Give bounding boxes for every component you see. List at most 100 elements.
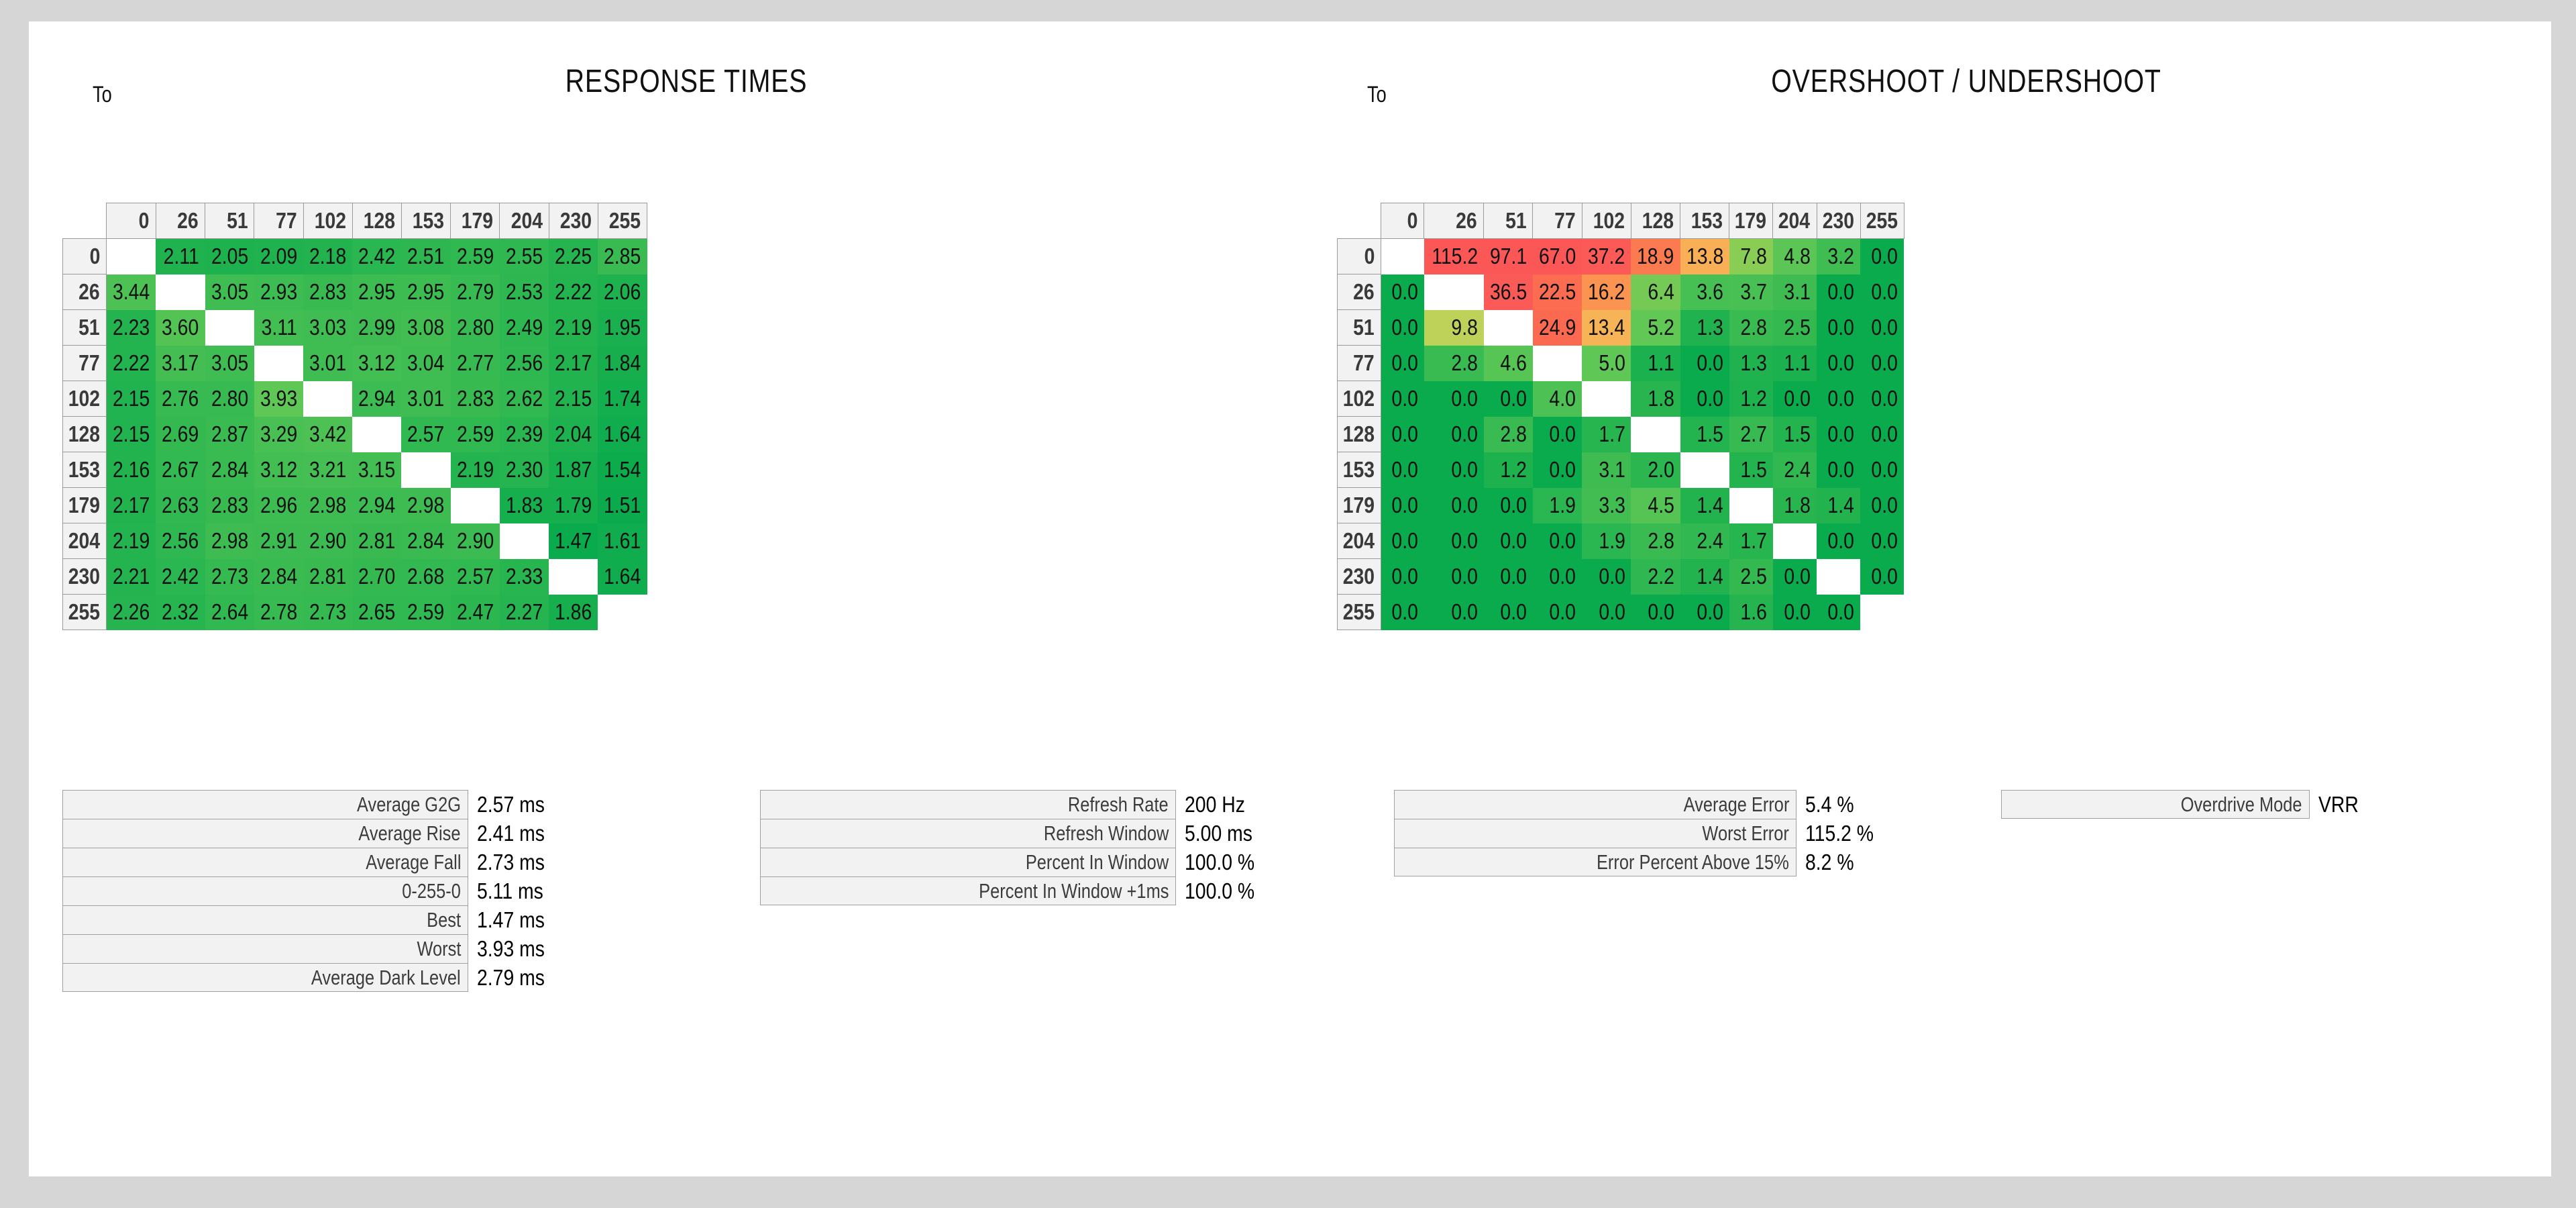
heatmap-cell: 2.81 xyxy=(303,558,353,595)
heatmap-cell-diagonal xyxy=(1424,274,1484,310)
heatmap-cell: 2.56 xyxy=(156,523,205,559)
column-header: 77 xyxy=(1532,203,1582,239)
heatmap-cell-diagonal xyxy=(598,594,647,630)
heatmap-cell: 2.15 xyxy=(549,381,598,417)
heatmap-cell: 2.19 xyxy=(549,309,598,346)
table-row: 128 2.15 2.69 2.87 3.29 3.42 2.57 2.59 2.39 2.04 1… xyxy=(62,416,647,452)
heatmap-cell: 0.0 xyxy=(1483,558,1533,595)
heatmap-cell: 0.0 xyxy=(1817,594,1861,630)
stat-row: 0-255-0 5.11 ms xyxy=(62,876,555,905)
row-header: 77 xyxy=(62,345,107,381)
heatmap-cell: 2.42 xyxy=(352,238,402,274)
heatmap-cell: 2.95 xyxy=(352,274,402,310)
table-row: 77 2.22 3.17 3.05 3.01 3.12 3.04 2.77 2.56 2.17 1.… xyxy=(62,345,647,381)
row-header: 204 xyxy=(1336,523,1382,559)
heatmap-cell: 2.7 xyxy=(1729,416,1773,452)
heatmap-cell: 2.22 xyxy=(549,274,598,310)
stat-row: Average Rise 2.41 ms xyxy=(62,819,555,848)
heatmap-cell: 2.57 xyxy=(450,558,500,595)
heatmap-cell: 2.70 xyxy=(352,558,402,595)
heatmap-cell: 2.59 xyxy=(450,238,500,274)
heatmap-cell-diagonal xyxy=(1381,238,1424,274)
stat-row: Refresh Window 5.00 ms xyxy=(760,819,1266,848)
heatmap-cell: 2.77 xyxy=(450,345,500,381)
stat-label: Percent In Window +1ms xyxy=(760,876,1176,905)
heatmap-cell: 2.65 xyxy=(352,594,402,630)
table-row: 153 0.0 0.0 1.2 0.0 3.1 2.0 1.5 2.4 0.0 0.0 xyxy=(1336,452,1904,488)
stat-value: 2.57 ms xyxy=(477,791,545,817)
heatmap-cell: 2.98 xyxy=(303,487,353,523)
refresh-summary-stats: Refresh Rate 200 Hz Refresh Window 5.00 ms P… xyxy=(760,790,1266,905)
heatmap-cell: 1.5 xyxy=(1772,416,1817,452)
heatmap-cell: 2.55 xyxy=(499,238,549,274)
row-header: 51 xyxy=(62,309,107,346)
row-header: 255 xyxy=(1336,594,1382,630)
heatmap-cell: 3.12 xyxy=(254,452,303,488)
heatmap-cell: 2.8 xyxy=(1631,523,1680,559)
stat-label: Refresh Rate xyxy=(760,790,1176,819)
heatmap-cell-diagonal xyxy=(1772,523,1817,559)
stat-label: Refresh Window xyxy=(760,819,1176,848)
heatmap-cell: 37.2 xyxy=(1582,238,1631,274)
heatmap-cell: 2.5 xyxy=(1729,558,1773,595)
heatmap-cell: 18.9 xyxy=(1631,238,1680,274)
column-header: 204 xyxy=(499,203,549,239)
heatmap-cell-diagonal xyxy=(352,416,402,452)
heatmap-cell: 1.47 xyxy=(549,523,598,559)
stat-value: 100.0 % xyxy=(1185,849,1255,874)
heatmap-cell: 0.0 xyxy=(1817,309,1861,346)
heatmap-cell: 2.80 xyxy=(205,381,254,417)
heatmap-cell: 2.16 xyxy=(106,452,156,488)
heatmap-cell: 1.7 xyxy=(1729,523,1773,559)
heatmap-cell: 2.53 xyxy=(499,274,549,310)
heatmap-cell: 0.0 xyxy=(1860,309,1904,346)
table-header-row: 0 26 51 77 102 128 153 179 204 230 255 xyxy=(63,203,648,239)
heatmap-cell: 0.0 xyxy=(1582,594,1631,630)
response-summary-stats: Average G2G 2.57 ms Average Rise 2.41 ms Ave… xyxy=(62,790,555,992)
heatmap-cell: 2.94 xyxy=(352,487,402,523)
heatmap-cell: 3.60 xyxy=(156,309,205,346)
heatmap-cell: 0.0 xyxy=(1381,558,1424,595)
heatmap-cell: 2.42 xyxy=(156,558,205,595)
heatmap-cell: 0.0 xyxy=(1532,416,1582,452)
heatmap-cell: 2.19 xyxy=(450,452,500,488)
heatmap-cell: 5.0 xyxy=(1582,345,1631,381)
heatmap-cell: 1.4 xyxy=(1817,487,1861,523)
heatmap-cell: 1.2 xyxy=(1729,381,1773,417)
heatmap-cell: 1.54 xyxy=(598,452,647,488)
heatmap-cell: 0.0 xyxy=(1483,523,1533,559)
heatmap-cell: 0.0 xyxy=(1860,381,1904,417)
heatmap-cell: 3.05 xyxy=(205,345,254,381)
heatmap-cell: 3.42 xyxy=(303,416,353,452)
table-row: 179 0.0 0.0 0.0 1.9 3.3 4.5 1.4 1.8 1.4 0.0 xyxy=(1336,487,1904,523)
heatmap-cell: 2.22 xyxy=(106,345,156,381)
table-row: 204 2.19 2.56 2.98 2.91 2.90 2.81 2.84 2.90 1.47 1… xyxy=(62,523,647,559)
heatmap-cell: 1.4 xyxy=(1680,487,1729,523)
stat-label: 0-255-0 xyxy=(62,876,468,905)
heatmap-cell: 0.0 xyxy=(1772,381,1817,417)
heatmap-cell-diagonal xyxy=(106,238,156,274)
heatmap-cell: 1.1 xyxy=(1631,345,1680,381)
heatmap-cell: 0.0 xyxy=(1532,558,1582,595)
row-header: 153 xyxy=(1336,452,1382,488)
stat-label: Average Error xyxy=(1394,790,1796,819)
stat-value: 1.47 ms xyxy=(477,907,545,932)
table-row: 26 0.0 36.5 22.5 16.2 6.4 3.6 3.7 3.1 0.0 0.0 xyxy=(1336,274,1904,310)
heatmap-cell: 1.79 xyxy=(549,487,598,523)
column-header: 230 xyxy=(548,203,598,239)
row-header: 51 xyxy=(1336,309,1382,346)
heatmap-cell: 0.0 xyxy=(1424,452,1484,488)
heatmap-cell: 2.94 xyxy=(352,381,402,417)
table-row: 0 115.2 97.1 67.0 37.2 18.9 13.8 7.8 4.8 3.2 0.0 xyxy=(1336,238,1904,274)
stat-value: 5.00 ms xyxy=(1185,820,1252,846)
heatmap-cell: 0.0 xyxy=(1532,452,1582,488)
heatmap-cell: 0.0 xyxy=(1532,523,1582,559)
column-header: 153 xyxy=(400,203,451,239)
table-row: 204 0.0 0.0 0.0 0.0 1.9 2.8 2.4 1.7 0.0 0.0 xyxy=(1336,523,1904,559)
heatmap-cell: 0.0 xyxy=(1424,381,1484,417)
column-header: 179 xyxy=(450,203,500,239)
heatmap-cell: 0.0 xyxy=(1860,274,1904,310)
heatmap-cell: 2.09 xyxy=(254,238,303,274)
heatmap-cell-diagonal xyxy=(1532,345,1582,381)
heatmap-cell: 1.61 xyxy=(598,523,647,559)
